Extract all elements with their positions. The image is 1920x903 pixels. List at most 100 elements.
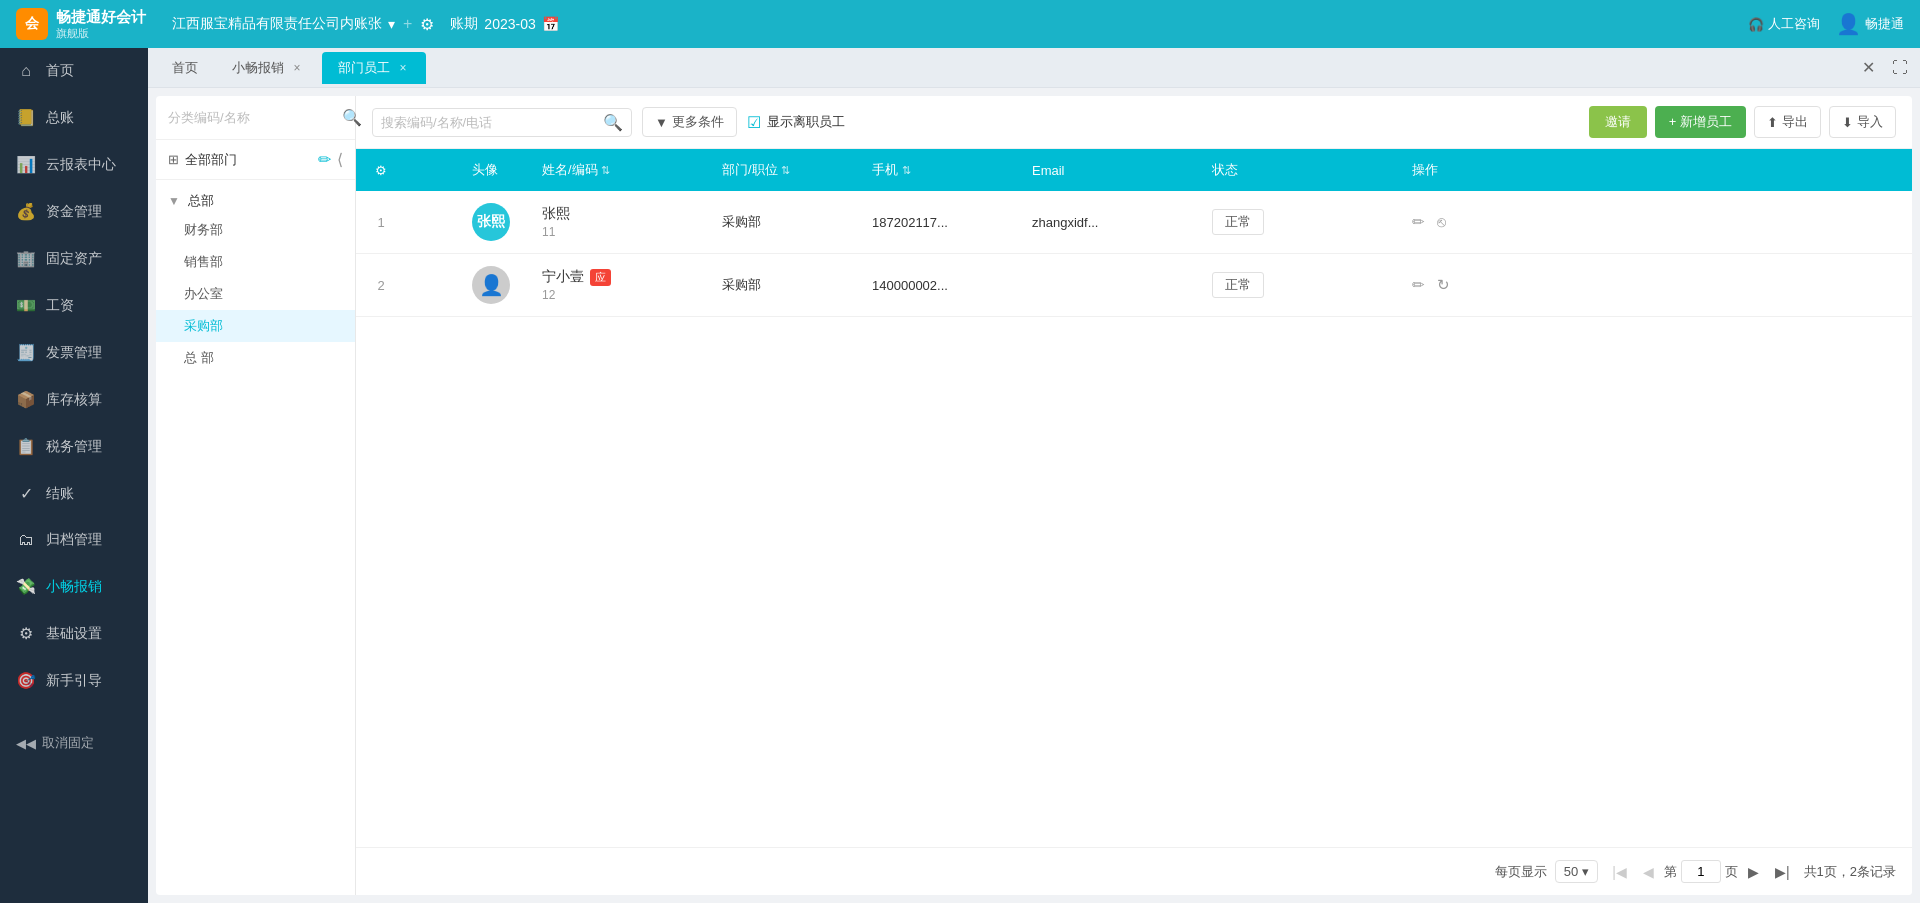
refresh-icon[interactable]: ↻ [1437,276,1450,294]
dept-header-icons: ✏ ⟨ [318,150,343,169]
add-employee-button[interactable]: + 新增员工 [1655,106,1746,138]
row2-status: 正常 [1196,254,1396,317]
user-service-btn[interactable]: 🎧 人工咨询 [1748,15,1820,33]
dept-item-finance[interactable]: 财务部 [156,214,355,246]
employee-table: ⚙ 头像 姓名/编码 ⇅ 部门/职位 ⇅ 手机 ⇅ [356,149,1912,847]
tab-employee-label: 部门员工 [338,59,390,77]
tab-employee-close[interactable]: × [396,61,410,75]
edit-dept-icon[interactable]: ✏ [318,150,331,169]
page-input[interactable] [1681,860,1721,883]
sidebar-item-tax[interactable]: 📋 税务管理 [0,423,148,470]
sidebar-label-archive: 归档管理 [46,531,102,549]
logo-area: 会 畅捷通好会计 旗舰版 [16,8,164,41]
per-page-value: 50 [1564,864,1578,879]
user-name: 畅捷通 [1865,15,1904,33]
employee-search-input[interactable] [381,115,597,130]
calendar-icon[interactable]: 📅 [542,16,559,32]
sidebar-item-inventory[interactable]: 📦 库存核算 [0,376,148,423]
row2-dept: 采购部 [706,254,856,317]
sidebar-item-guide[interactable]: 🎯 新手引导 [0,657,148,704]
dept-search-input[interactable] [168,110,336,125]
import-icon: ⬇ [1842,115,1853,130]
tab-expense-close[interactable]: × [290,61,304,75]
maximize-window-button[interactable]: ⛶ [1888,56,1912,80]
sidebar-item-salary[interactable]: 💵 工资 [0,282,148,329]
col-dept[interactable]: 部门/职位 ⇅ [706,149,856,191]
page-content: 🔍 ⊞ 全部部门 ✏ ⟨ ▼ 总部 [156,96,1912,895]
all-dept-label[interactable]: 全部部门 [185,151,237,169]
sidebar-label-guide: 新手引导 [46,672,102,690]
collapse-dept-icon[interactable]: ⟨ [337,150,343,169]
sidebar-label-invoice: 发票管理 [46,344,102,362]
close-window-button[interactable]: ✕ [1856,56,1880,80]
user-profile-btn[interactable]: 👤 畅捷通 [1836,12,1904,36]
unfix-button[interactable]: ◀◀ 取消固定 [0,724,148,762]
sidebar-label-checkout: 结账 [46,485,74,503]
show-resigned-toggle[interactable]: ☑ 显示离职员工 [747,113,845,132]
employee-name: 宁小壹 应 [542,268,690,286]
sidebar-item-reports[interactable]: 📊 云报表中心 [0,141,148,188]
sidebar-item-ledger[interactable]: 📒 总账 [0,94,148,141]
sidebar-item-expense[interactable]: 💸 小畅报销 [0,563,148,610]
company-selector[interactable]: 江西服宝精品有限责任公司内账张 ▾ [172,15,395,33]
row1-email: zhangxidf... [1016,191,1196,254]
last-page-button[interactable]: ▶| [1769,862,1796,882]
row1-dept: 采购部 [706,191,856,254]
employee-search-box: 🔍 [372,108,632,137]
import-button[interactable]: ⬇ 导入 [1829,106,1896,138]
col-actions: 操作 [1396,149,1912,191]
col-phone[interactable]: 手机 ⇅ [856,149,1016,191]
row1-select [406,191,456,254]
name-code-block: 宁小壹 应 12 [542,268,690,302]
company-dropdown-icon: ▾ [388,16,395,32]
sidebar-item-invoice[interactable]: 🧾 发票管理 [0,329,148,376]
dept-item-purchase[interactable]: 采购部 [156,310,355,342]
tab-expense[interactable]: 小畅报销 × [216,52,320,84]
prev-page-button[interactable]: ◀ [1637,862,1660,882]
user-avatar-icon: 👤 [1836,12,1861,36]
main-layout: ⌂ 首页 📒 总账 📊 云报表中心 💰 资金管理 🏢 固定资产 💵 工资 🧾 发… [0,48,1920,903]
tab-home-label: 首页 [172,59,198,77]
search-icon: 🔍 [603,113,623,132]
row2-actions: ✏ ↻ [1396,254,1912,317]
edit-icon[interactable]: ✏ [1412,276,1425,294]
table-row: 2 👤 宁小壹 [356,254,1912,317]
status-badge: 正常 [1212,209,1264,235]
sidebar-item-settings[interactable]: ⚙ 基础设置 [0,610,148,657]
export-button[interactable]: ⬆ 导出 [1754,106,1821,138]
tab-home[interactable]: 首页 [156,52,214,84]
user-service-label: 人工咨询 [1768,15,1820,33]
sidebar-item-archive[interactable]: 🗂 归档管理 [0,517,148,563]
phone-sort-icon: ⇅ [902,164,911,176]
sidebar-item-assets[interactable]: 🏢 固定资产 [0,235,148,282]
row2-name: 宁小壹 应 12 [526,254,706,317]
col-settings[interactable]: ⚙ [356,149,406,191]
edit-icon[interactable]: ✏ [1412,213,1425,231]
sidebar-item-checkout[interactable]: ✓ 结账 [0,470,148,517]
next-page-button[interactable]: ▶ [1742,862,1765,882]
dept-header-left: ⊞ 全部部门 [168,151,237,169]
sidebar-item-home[interactable]: ⌂ 首页 [0,48,148,94]
sidebar-label-reports: 云报表中心 [46,156,116,174]
settings-icon[interactable]: ⚙ [420,15,434,34]
first-page-button[interactable]: |◀ [1606,862,1633,882]
dept-item-general[interactable]: 总 部 [156,342,355,374]
dept-item-office[interactable]: 办公室 [156,278,355,310]
per-page-dropdown-icon: ▾ [1582,864,1589,879]
basic-settings-icon: ⚙ [16,624,36,643]
sidebar-label-settings: 基础设置 [46,625,102,643]
col-name[interactable]: 姓名/编码 ⇅ [526,149,706,191]
row2-avatar: 👤 [456,254,526,317]
logout-icon[interactable]: ⎋ [1437,213,1446,231]
invite-button[interactable]: 邀请 [1589,106,1647,138]
sidebar-item-capital[interactable]: 💰 资金管理 [0,188,148,235]
dept-sort-icon: ⇅ [781,164,790,176]
ledger-icon: 📒 [16,108,36,127]
per-page-select[interactable]: 50 ▾ [1555,860,1598,883]
tab-employee[interactable]: 部门员工 × [322,52,426,84]
row1-actions: ✏ ⎋ [1396,191,1912,254]
dept-item-sales[interactable]: 销售部 [156,246,355,278]
top-header: 会 畅捷通好会计 旗舰版 江西服宝精品有限责任公司内账张 ▾ + ⚙ 账期 20… [0,0,1920,48]
export-label: 导出 [1782,113,1808,131]
filter-button[interactable]: ▼ 更多条件 [642,107,737,137]
